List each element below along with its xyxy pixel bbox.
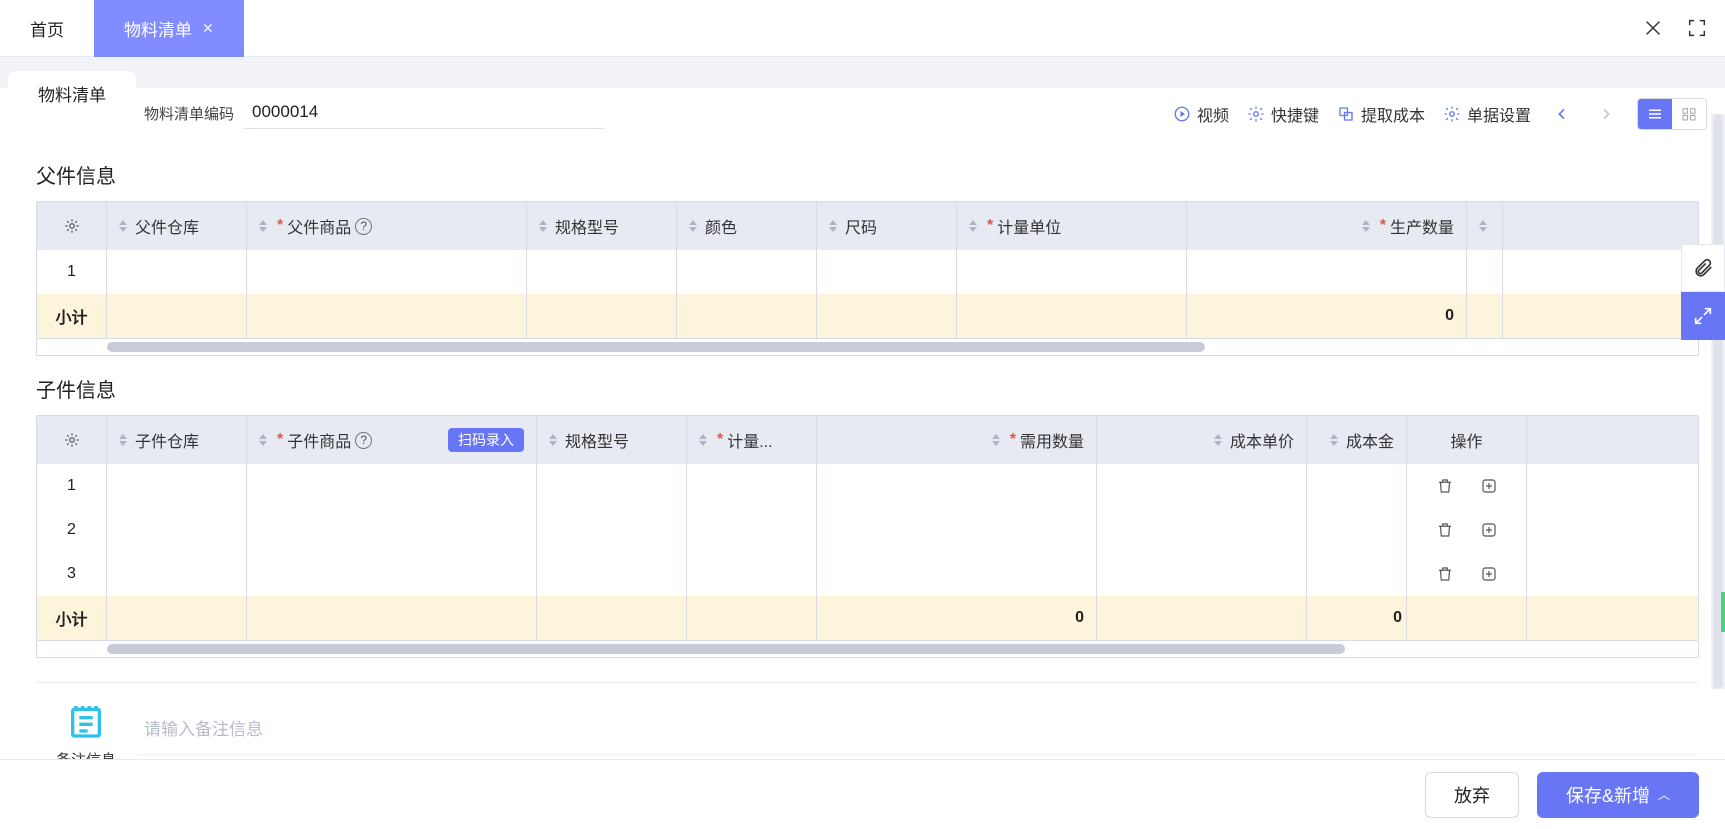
expand-button[interactable] xyxy=(1681,292,1725,340)
remark-input[interactable] xyxy=(136,701,1699,755)
child-row[interactable]: 3 xyxy=(37,552,1698,596)
side-floaters xyxy=(1681,244,1725,340)
row-index: 2 xyxy=(37,508,107,552)
parent-grid-settings[interactable] xyxy=(37,202,107,250)
child-row[interactable]: 2 xyxy=(37,508,1698,552)
child-section-title: 子件信息 xyxy=(36,374,1699,403)
child-grid: 子件仓库 *子件商品?扫码录入 规格型号 *计量... *需用数量 成本单价 成… xyxy=(36,415,1699,641)
code-input[interactable] xyxy=(244,98,604,129)
extract-icon xyxy=(1337,105,1355,123)
child-row[interactable]: 1 xyxy=(37,464,1698,508)
child-subtotal-row: 小计 0 0 xyxy=(37,596,1698,640)
card-title: 物料清单 xyxy=(8,71,136,116)
fullscreen-icon xyxy=(1686,17,1708,39)
code-label: 物料清单编码 xyxy=(144,103,234,124)
col-parent-unit[interactable]: *计量单位 xyxy=(957,202,1187,250)
doc-settings-button[interactable]: 单据设置 xyxy=(1443,102,1531,126)
child-subtotal-qty: 0 xyxy=(817,596,1097,640)
parent-row[interactable]: 1 xyxy=(37,250,1698,294)
help-icon[interactable]: ? xyxy=(355,218,372,235)
paperclip-icon xyxy=(1692,257,1714,279)
row-index: 3 xyxy=(37,552,107,596)
add-row-icon[interactable] xyxy=(1480,477,1498,495)
chevron-up-icon: ︿ xyxy=(1658,786,1670,803)
page-area: 物料清单 物料清单编码 视频 快捷键 提取成本 单据设置 xyxy=(0,57,1725,759)
col-parent-warehouse[interactable]: 父件仓库 xyxy=(107,202,247,250)
prev-record-button[interactable] xyxy=(1549,101,1575,127)
tab-bom[interactable]: 物料清单 ✕ xyxy=(94,0,244,57)
tab-bar: 首页 物料清单 ✕ xyxy=(0,0,1725,57)
gear-icon xyxy=(63,217,81,235)
remark-section: 备注信息 xyxy=(36,682,1699,770)
x-icon xyxy=(1642,17,1664,39)
delete-icon[interactable] xyxy=(1436,477,1454,495)
footer: 放弃 保存&新增 ︿ xyxy=(0,759,1725,829)
code-field: 物料清单编码 xyxy=(144,98,604,129)
help-icon[interactable]: ? xyxy=(355,432,372,449)
close-all-button[interactable] xyxy=(1631,6,1675,50)
col-child-product[interactable]: *子件商品?扫码录入 xyxy=(247,416,537,464)
add-row-icon[interactable] xyxy=(1480,521,1498,539)
child-grid-settings[interactable] xyxy=(37,416,107,464)
edge-indicator xyxy=(1721,592,1725,632)
video-button[interactable]: 视频 xyxy=(1173,102,1229,126)
tab-bom-label: 物料清单 xyxy=(124,16,192,41)
col-child-need-qty[interactable]: *需用数量 xyxy=(817,416,1097,464)
delete-icon[interactable] xyxy=(1436,565,1454,583)
subtotal-label: 小计 xyxy=(37,596,107,640)
tab-home[interactable]: 首页 xyxy=(0,0,94,57)
col-child-cost-amt[interactable]: 成本金 xyxy=(1307,416,1407,464)
tab-home-label: 首页 xyxy=(30,16,64,41)
scan-input-badge[interactable]: 扫码录入 xyxy=(448,428,524,452)
parent-section-title: 父件信息 xyxy=(36,160,1699,189)
view-toggle xyxy=(1637,98,1707,130)
card-icon xyxy=(1680,105,1698,123)
notepad-icon xyxy=(66,701,106,741)
gear-icon xyxy=(1247,105,1265,123)
col-parent-spec[interactable]: 规格型号 xyxy=(527,202,677,250)
chevron-right-icon xyxy=(1598,106,1614,122)
col-parent-product[interactable]: *父件商品? xyxy=(247,202,527,250)
view-list-button[interactable] xyxy=(1638,99,1672,129)
parent-grid: 父件仓库 *父件商品? 规格型号 颜色 尺码 *计量单位 *生产数量 1 小计 … xyxy=(36,201,1699,339)
row-index: 1 xyxy=(37,464,107,508)
parent-hscroll[interactable] xyxy=(36,339,1699,356)
col-parent-size[interactable]: 尺码 xyxy=(817,202,957,250)
row-index: 1 xyxy=(37,250,107,294)
gear-icon xyxy=(63,431,81,449)
workspace: 父件信息 父件仓库 *父件商品? 规格型号 颜色 尺码 *计量单位 *生产数量 … xyxy=(0,144,1725,790)
gear-icon xyxy=(1443,105,1461,123)
close-icon[interactable]: ✕ xyxy=(202,21,214,35)
col-child-warehouse[interactable]: 子件仓库 xyxy=(107,416,247,464)
list-icon xyxy=(1646,105,1664,123)
attachment-button[interactable] xyxy=(1681,244,1725,292)
col-parent-overflow[interactable] xyxy=(1467,202,1503,250)
child-hscroll[interactable] xyxy=(36,641,1699,658)
col-child-unit[interactable]: *计量... xyxy=(687,416,817,464)
discard-button[interactable]: 放弃 xyxy=(1425,772,1519,818)
child-subtotal-amt: 0 xyxy=(1307,596,1407,640)
toolbar: 物料清单编码 视频 快捷键 提取成本 单据设置 xyxy=(0,88,1725,144)
col-child-cost-price[interactable]: 成本单价 xyxy=(1097,416,1307,464)
fullscreen-button[interactable] xyxy=(1675,6,1719,50)
save-button[interactable]: 保存&新增 ︿ xyxy=(1537,772,1699,818)
extract-cost-button[interactable]: 提取成本 xyxy=(1337,102,1425,126)
play-circle-icon xyxy=(1173,105,1191,123)
delete-icon[interactable] xyxy=(1436,521,1454,539)
col-child-ops: 操作 xyxy=(1407,416,1527,464)
view-card-button[interactable] xyxy=(1672,99,1706,129)
expand-icon xyxy=(1692,305,1714,327)
col-parent-color[interactable]: 颜色 xyxy=(677,202,817,250)
add-row-icon[interactable] xyxy=(1480,565,1498,583)
next-record-button xyxy=(1593,101,1619,127)
parent-subtotal-row: 小计 0 xyxy=(37,294,1698,338)
shortcut-button[interactable]: 快捷键 xyxy=(1247,102,1319,126)
col-child-spec[interactable]: 规格型号 xyxy=(537,416,687,464)
subtotal-label: 小计 xyxy=(37,294,107,338)
parent-subtotal-qty: 0 xyxy=(1187,294,1467,338)
chevron-left-icon xyxy=(1554,106,1570,122)
col-parent-qty[interactable]: *生产数量 xyxy=(1187,202,1467,250)
